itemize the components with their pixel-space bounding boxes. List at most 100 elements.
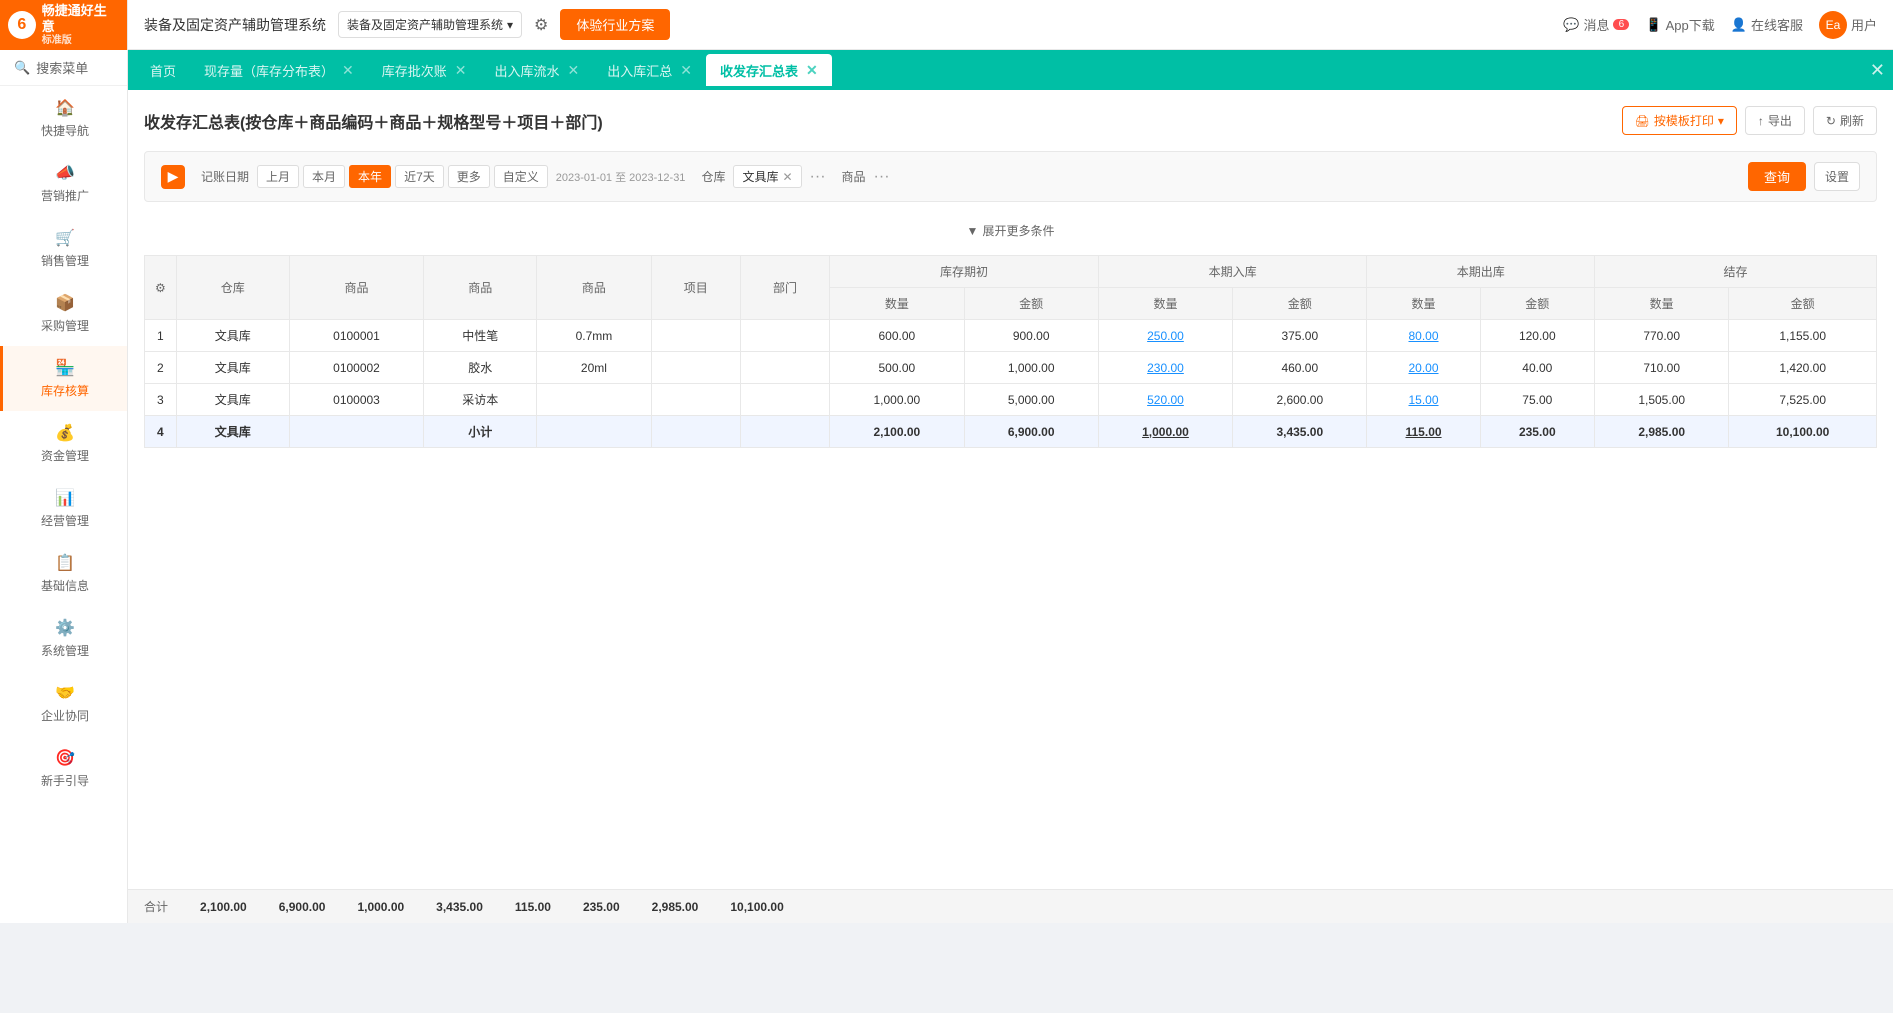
export-icon: ↑: [1758, 114, 1764, 128]
row-code: 0100001: [289, 320, 423, 352]
print-icon: 🖨: [1635, 114, 1650, 128]
row-no: 4: [145, 416, 177, 448]
tab-close-collect-send[interactable]: ✕: [806, 62, 818, 79]
row-project: [651, 320, 740, 352]
settings-icon[interactable]: ⚙: [155, 281, 166, 295]
date-btn-last-month[interactable]: 上月: [257, 165, 299, 188]
topbar-right: 💬 消息 6 📱 App下载 👤 在线客服 Ea 用户: [1563, 11, 1877, 39]
warehouse-label: 仓库: [701, 168, 725, 185]
row-spec: [537, 384, 651, 416]
search-btn[interactable]: 查询: [1748, 162, 1806, 191]
sidebar-item-system[interactable]: ⚙️ 系统管理: [0, 606, 127, 671]
col-settings[interactable]: ⚙: [145, 256, 177, 320]
row-no: 1: [145, 320, 177, 352]
sidebar-nav: 🏠 快捷导航 📣 营销推广 🛒 销售管理 📦 采购管理 🏪 库存核算 💰 资金管…: [0, 86, 127, 923]
row-name: 胶水: [424, 352, 537, 384]
tab-close-stock-dist[interactable]: ✕: [342, 62, 354, 79]
sidebar-item-guide[interactable]: 🎯 新手引导: [0, 736, 127, 801]
row-in-qty[interactable]: 230.00: [1098, 352, 1232, 384]
tab-collect-send[interactable]: 收发存汇总表 ✕: [706, 54, 832, 86]
date-btn-7days[interactable]: 近7天: [395, 165, 444, 188]
expand-icon: ▼: [967, 224, 979, 238]
footer-in-qty: 1,000.00: [357, 900, 404, 914]
tab-home[interactable]: 首页: [136, 54, 190, 86]
row-open-qty: 2,100.00: [830, 416, 964, 448]
row-name: 小计: [424, 416, 537, 448]
col-open-amt: 金额: [964, 288, 1098, 320]
sidebar-item-sales[interactable]: 🛒 销售管理: [0, 216, 127, 281]
col-balance-header: 结存: [1595, 256, 1877, 288]
date-btn-this-month[interactable]: 本月: [303, 165, 345, 188]
tab-close-stock-flow[interactable]: ✕: [568, 62, 580, 79]
system-select[interactable]: 装备及固定资产辅助管理系统 ▾: [338, 11, 522, 38]
export-btn[interactable]: ↑ 导出: [1745, 106, 1805, 135]
online-service-item[interactable]: 👤 在线客服: [1731, 15, 1803, 34]
sidebar-item-quick-nav[interactable]: 🏠 快捷导航: [0, 86, 127, 151]
row-out-qty[interactable]: 20.00: [1367, 352, 1480, 384]
footer-out-qty: 115.00: [515, 900, 551, 914]
row-bal-qty: 770.00: [1595, 320, 1729, 352]
col-dept-header: 部门: [740, 256, 829, 320]
gear-icon[interactable]: ⚙: [534, 15, 548, 35]
message-item[interactable]: 💬 消息 6: [1563, 15, 1629, 34]
user-item[interactable]: Ea 用户: [1819, 11, 1877, 39]
date-btn-this-year[interactable]: 本年: [349, 165, 391, 188]
expand-more-conditions[interactable]: ▼ 展开更多条件: [144, 218, 1877, 243]
sidebar-search[interactable]: 🔍 搜索菜单: [0, 50, 127, 86]
experience-btn[interactable]: 体验行业方案: [560, 9, 670, 40]
footer-bal-qty: 2,985.00: [652, 900, 699, 914]
date-btn-custom[interactable]: 自定义: [494, 165, 548, 188]
row-name: 采访本: [424, 384, 537, 416]
col-name-header: 商品: [424, 256, 537, 320]
sidebar-item-purchase[interactable]: 📦 采购管理: [0, 281, 127, 346]
sidebar-item-finance[interactable]: 💰 资金管理: [0, 411, 127, 476]
warehouse-more-dots[interactable]: ···: [810, 168, 826, 186]
tabbar: 首页 现存量（库存分布表） ✕ 库存批次账 ✕ 出入库流水 ✕ 出入库汇总 ✕ …: [128, 50, 1893, 90]
sales-icon: 🛒: [55, 228, 75, 248]
col-bal-amt: 金额: [1729, 288, 1877, 320]
tab-stock-dist[interactable]: 现存量（库存分布表） ✕: [190, 54, 368, 86]
sidebar-item-inventory[interactable]: 🏪 库存核算: [0, 346, 127, 411]
tab-close-batch[interactable]: ✕: [455, 62, 467, 79]
product-more-dots[interactable]: ···: [874, 168, 890, 186]
col-bal-qty: 数量: [1595, 288, 1729, 320]
tab-close-stock-summary[interactable]: ✕: [680, 62, 692, 79]
row-out-qty[interactable]: 15.00: [1367, 384, 1480, 416]
setting-btn[interactable]: 设置: [1814, 162, 1860, 191]
row-bal-qty: 2,985.00: [1595, 416, 1729, 448]
date-btn-more[interactable]: 更多: [448, 165, 490, 188]
row-in-amt: 375.00: [1233, 320, 1367, 352]
filter-toggle-btn[interactable]: ▶: [161, 165, 185, 189]
sidebar-item-basic-info[interactable]: 📋 基础信息: [0, 541, 127, 606]
system-icon: ⚙️: [55, 618, 75, 638]
row-bal-amt: 7,525.00: [1729, 384, 1877, 416]
row-in-qty[interactable]: 250.00: [1098, 320, 1232, 352]
warehouse-tag[interactable]: 文具库 ✕: [733, 165, 801, 188]
sidebar-item-operations[interactable]: 📊 经营管理: [0, 476, 127, 541]
row-out-amt: 120.00: [1480, 320, 1594, 352]
date-filter-group: 记账日期 上月 本月 本年 近7天 更多 自定义 2023-01-01 至 20…: [201, 165, 685, 188]
refresh-btn[interactable]: ↻ 刷新: [1813, 106, 1877, 135]
sidebar-item-marketing[interactable]: 📣 营销推广: [0, 151, 127, 216]
sidebar-item-enterprise[interactable]: 🤝 企业协同: [0, 671, 127, 736]
date-label: 记账日期: [201, 168, 249, 185]
tab-stock-summary[interactable]: 出入库汇总 ✕: [593, 54, 706, 86]
warehouse-filter-group: 仓库 文具库 ✕ ···: [701, 165, 825, 188]
row-in-qty[interactable]: 520.00: [1098, 384, 1232, 416]
row-out-qty[interactable]: 80.00: [1367, 320, 1480, 352]
row-code: [289, 416, 423, 448]
app-download-item[interactable]: 📱 App下载: [1645, 15, 1714, 34]
warehouse-tag-remove[interactable]: ✕: [782, 170, 792, 184]
row-no: 2: [145, 352, 177, 384]
col-out-qty: 数量: [1367, 288, 1480, 320]
row-bal-amt: 1,420.00: [1729, 352, 1877, 384]
close-all-tabs[interactable]: ✕: [1870, 60, 1885, 81]
col-warehouse-header: 仓库: [176, 256, 289, 320]
guide-icon: 🎯: [55, 748, 75, 768]
tab-batch[interactable]: 库存批次账 ✕: [368, 54, 481, 86]
row-spec: 0.7mm: [537, 320, 651, 352]
print-btn[interactable]: 🖨 按模板打印 ▾: [1622, 106, 1737, 135]
row-in-qty: 1,000.00: [1098, 416, 1232, 448]
tab-stock-flow[interactable]: 出入库流水 ✕: [481, 54, 594, 86]
row-department: [740, 416, 829, 448]
